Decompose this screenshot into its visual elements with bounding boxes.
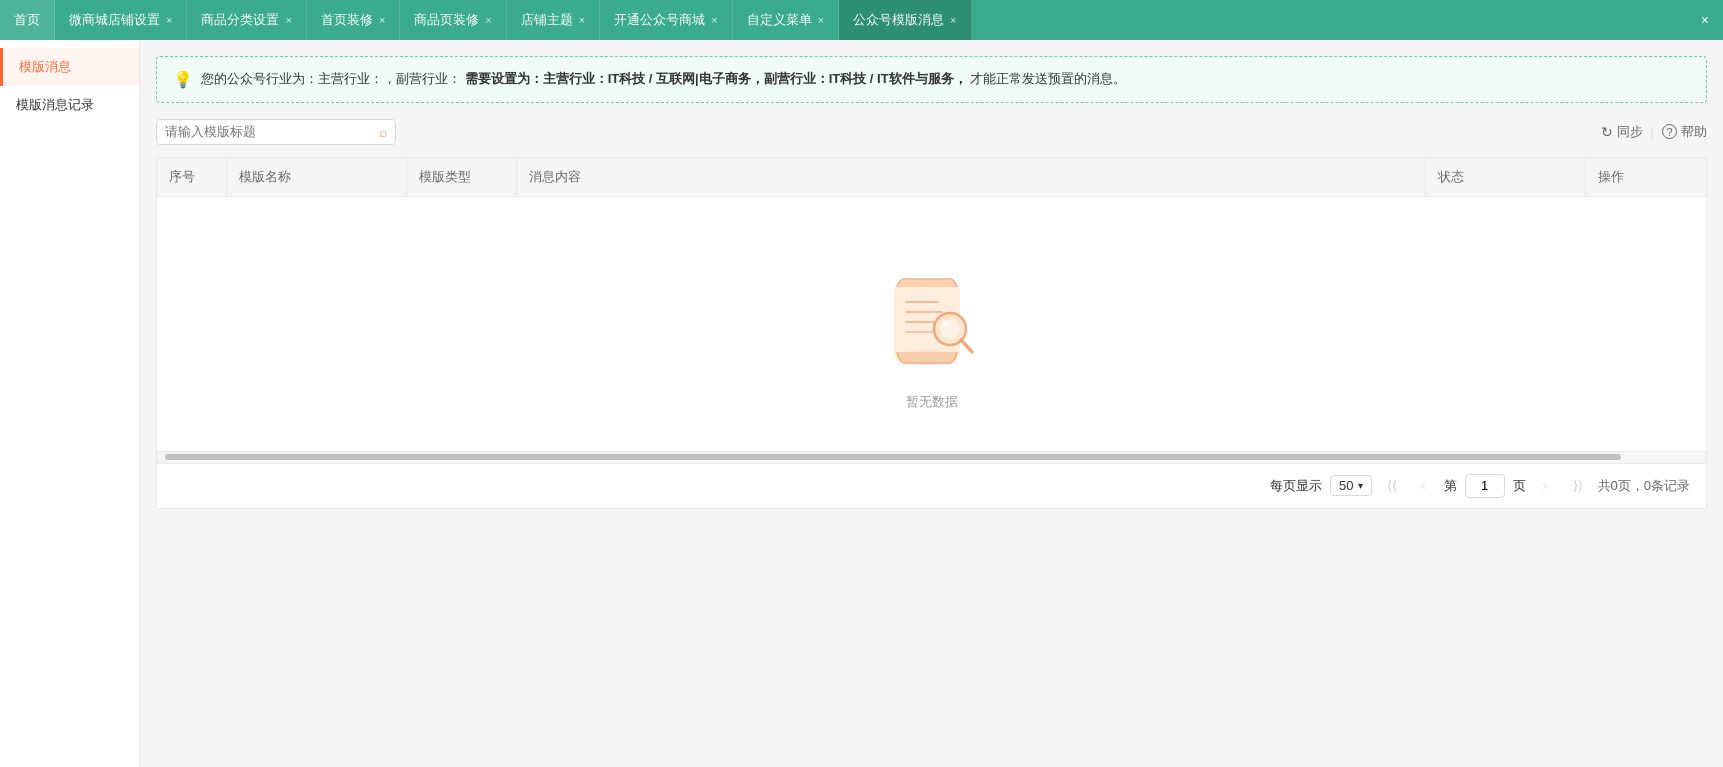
content-area: 💡 您的公众号行业为：主营行业：，副营行业： 需要设置为：主营行业：IT科技 /… [140, 40, 1723, 767]
search-input[interactable] [165, 124, 379, 139]
nav-tab-shop-theme[interactable]: 店铺主题 × [507, 0, 600, 40]
dropdown-icon: ▾ [1358, 480, 1363, 491]
scroll-thumb[interactable] [165, 454, 1621, 460]
search-bar: ⌕ ↻ 同步 | ? 帮助 [156, 119, 1707, 145]
close-product-decor[interactable]: × [485, 14, 491, 26]
page-label-after: 页 [1513, 477, 1526, 495]
notice-box: 💡 您的公众号行业为：主营行业：，副营行业： 需要设置为：主营行业：IT科技 /… [156, 56, 1707, 103]
empty-text: 暂无数据 [906, 393, 958, 411]
total-info: 共0页，0条记录 [1598, 477, 1690, 495]
prev-page-button[interactable]: ﹤ [1412, 474, 1436, 498]
col-header-type: 模版类型 [407, 158, 517, 196]
close-all-tabs[interactable]: × [1687, 12, 1723, 28]
next-page-button[interactable]: ﹥ [1534, 474, 1558, 498]
sidebar: 模版消息 模版消息记录 [0, 40, 140, 767]
notice-highlight: 需要设置为：主营行业：IT科技 / 互联网|电子商务，副营行业：IT科技 / I… [465, 71, 967, 86]
page-number-input[interactable] [1465, 474, 1505, 498]
page-size-select[interactable]: 50 ▾ [1330, 475, 1371, 496]
col-header-status: 状态 [1426, 158, 1586, 196]
col-header-action: 操作 [1586, 158, 1706, 196]
col-header-content: 消息内容 [517, 158, 1426, 196]
close-shop-theme[interactable]: × [579, 14, 585, 26]
close-home-decor[interactable]: × [379, 14, 385, 26]
close-template-msg[interactable]: × [950, 14, 956, 26]
close-category-settings[interactable]: × [285, 14, 291, 26]
last-page-button[interactable]: ⟩⟩ [1566, 474, 1590, 498]
notice-suffix: 才能正常发送预置的消息。 [970, 71, 1126, 86]
close-open-mall[interactable]: × [711, 14, 717, 26]
search-icon[interactable]: ⌕ [379, 124, 387, 140]
table-header: 序号 模版名称 模版类型 消息内容 状态 操作 [157, 158, 1706, 197]
close-shop-settings[interactable]: × [166, 14, 172, 26]
page-label-before: 第 [1444, 477, 1457, 495]
col-header-index: 序号 [157, 158, 227, 196]
horizontal-scrollbar[interactable] [157, 451, 1706, 463]
help-label: 帮助 [1681, 123, 1707, 141]
notice-icon: 💡 [173, 70, 193, 89]
empty-state: 暂无数据 [157, 197, 1706, 451]
per-page-label: 每页显示 [1270, 477, 1322, 495]
sync-label: 同步 [1617, 123, 1643, 141]
main-layout: 模版消息 模版消息记录 💡 您的公众号行业为：主营行业：，副营行业： 需要设置为… [0, 40, 1723, 767]
svg-point-8 [942, 321, 948, 327]
nav-tab-home[interactable]: 首页 [0, 0, 55, 40]
nav-tab-shop-settings[interactable]: 微商城店铺设置 × [55, 0, 187, 40]
close-custom-menu[interactable]: × [818, 14, 824, 26]
pagination: 每页显示 50 ▾ ⟨⟨ ﹤ 第 页 ﹥ ⟩⟩ 共0页，0条记录 [157, 463, 1706, 508]
toolbar-divider: | [1651, 124, 1654, 139]
sidebar-item-template-msg-record[interactable]: 模版消息记录 [0, 86, 139, 124]
sync-button[interactable]: ↻ 同步 [1601, 123, 1643, 141]
nav-tab-home-decor[interactable]: 首页装修 × [307, 0, 400, 40]
data-table: 序号 模版名称 模版类型 消息内容 状态 操作 [156, 157, 1707, 509]
sidebar-item-template-msg[interactable]: 模版消息 [0, 48, 139, 86]
nav-tab-category-settings[interactable]: 商品分类设置 × [187, 0, 306, 40]
svg-line-7 [961, 340, 972, 352]
nav-tab-custom-menu[interactable]: 自定义菜单 × [733, 0, 839, 40]
help-button[interactable]: ? 帮助 [1662, 123, 1707, 141]
notice-prefix: 您的公众号行业为：主营行业：，副营行业： [201, 71, 461, 86]
page-size-value: 50 [1339, 478, 1353, 493]
sync-icon: ↻ [1601, 124, 1613, 140]
col-header-name: 模版名称 [227, 158, 407, 196]
nav-tab-open-mall[interactable]: 开通公众号商城 × [600, 0, 732, 40]
empty-illustration [872, 257, 992, 377]
search-input-wrap: ⌕ [156, 119, 396, 145]
top-nav: 首页 微商城店铺设置 × 商品分类设置 × 首页装修 × 商品页装修 × 店铺主… [0, 0, 1723, 40]
nav-tab-template-msg[interactable]: 公众号模版消息 × [839, 0, 971, 40]
toolbar-right: ↻ 同步 | ? 帮助 [1601, 123, 1707, 141]
nav-tab-product-decor[interactable]: 商品页装修 × [400, 0, 506, 40]
help-icon: ? [1662, 124, 1677, 139]
first-page-button[interactable]: ⟨⟨ [1380, 474, 1404, 498]
